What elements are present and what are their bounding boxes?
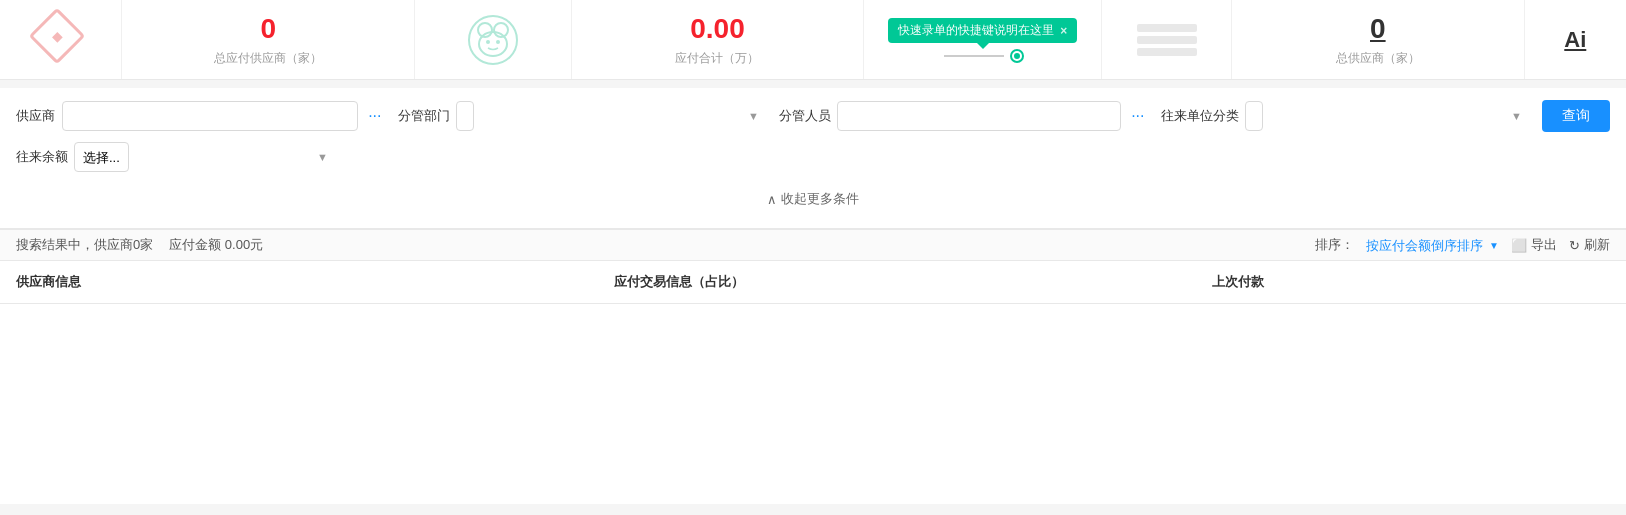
stat-gray-block: [1102, 0, 1232, 79]
dept-label: 分管部门: [398, 107, 450, 125]
col-header-supplier: 供应商信息: [16, 273, 614, 291]
unit-filter: 往来单位分类 ▼: [1161, 101, 1531, 131]
collapse-chevron-icon: ∧: [767, 192, 777, 207]
dept-arrow-icon: ▼: [748, 110, 759, 122]
sort-select[interactable]: 按应付会额倒序排序: [1366, 238, 1499, 253]
unit-select-wrapper: ▼: [1245, 101, 1531, 131]
sort-label: 排序：: [1315, 236, 1354, 254]
ai-label: Ai: [1564, 27, 1586, 53]
result-amount: 应付金额 0.00元: [169, 236, 263, 254]
suppliers-count: 0: [260, 12, 276, 46]
dept-select[interactable]: [456, 101, 474, 131]
tooltip-text: 快速录单的快捷键说明在这里: [898, 22, 1054, 39]
supplier-dots-btn[interactable]: ···: [364, 107, 385, 125]
table-body: [0, 304, 1626, 504]
filter-row-1: 供应商 ··· 分管部门 ▼ 分管人员 ··· 往来单位分类: [16, 100, 1610, 132]
dept-filter: 分管部门 ▼: [398, 101, 768, 131]
filter-area: 供应商 ··· 分管部门 ▼ 分管人员 ··· 往来单位分类: [0, 88, 1626, 229]
result-supplier-count: 搜索结果中，供应商0家: [16, 236, 153, 254]
result-stats: 搜索结果中，供应商0家 应付金额 0.00元: [16, 236, 263, 254]
person-label: 分管人员: [779, 107, 831, 125]
export-icon: ⬜: [1511, 238, 1527, 253]
result-actions: 排序： 按应付会额倒序排序 ▼ ⬜ 导出 ↻ 刷新: [1315, 236, 1610, 254]
bear-icon-block: [415, 0, 572, 79]
svg-point-4: [486, 40, 490, 44]
unit-arrow-icon: ▼: [1511, 110, 1522, 122]
stat-total-suppliers: 0 总供应商（家）: [1232, 0, 1525, 79]
balance-select-wrapper: 选择... ▼: [74, 142, 336, 172]
person-input[interactable]: [837, 101, 1121, 131]
filter-row-2: 往来余额 选择... ▼: [16, 142, 336, 172]
diamond-icon: [37, 16, 85, 64]
sort-select-wrapper: 按应付会额倒序排序 ▼: [1366, 238, 1499, 253]
balance-select[interactable]: 选择...: [74, 142, 129, 172]
shortcut-tooltip: 快速录单的快捷键说明在这里 ×: [888, 18, 1077, 43]
balance-label: 往来余额: [16, 148, 68, 166]
result-bar: 搜索结果中，供应商0家 应付金额 0.00元 排序： 按应付会额倒序排序 ▼ ⬜…: [0, 229, 1626, 261]
refresh-button[interactable]: ↻ 刷新: [1569, 236, 1610, 254]
collapse-label: 收起更多条件: [781, 190, 859, 208]
supplier-filter: 供应商 ···: [16, 101, 386, 131]
unit-select[interactable]: [1245, 101, 1263, 131]
supplier-input[interactable]: [62, 101, 358, 131]
svg-point-3: [479, 32, 507, 56]
total-suppliers-label: 总供应商（家）: [1336, 50, 1420, 67]
collapse-row: ∧ 收起更多条件: [16, 182, 1610, 220]
payable-total: 0.00: [690, 12, 745, 46]
export-button[interactable]: ⬜ 导出: [1511, 236, 1557, 254]
tooltip-area: 快速录单的快捷键说明在这里 ×: [864, 0, 1102, 79]
query-button[interactable]: 查询: [1542, 100, 1610, 132]
svg-point-5: [496, 40, 500, 44]
stat-payable-total: 0.00 应付合计（万）: [572, 0, 865, 79]
person-dots-btn[interactable]: ···: [1127, 107, 1148, 125]
dept-select-wrapper: ▼: [456, 101, 768, 131]
total-suppliers-count: 0: [1370, 12, 1386, 46]
unit-label: 往来单位分类: [1161, 107, 1239, 125]
collapse-btn[interactable]: ∧ 收起更多条件: [755, 186, 871, 212]
diamond-icon-block: [0, 0, 122, 79]
stats-bar: 0 总应付供应商（家） 0.00 应付合计（万） 快速录单的快捷键说明在这里: [0, 0, 1626, 80]
stat-total-payable-suppliers: 0 总应付供应商（家）: [122, 0, 415, 79]
tooltip-close-btn[interactable]: ×: [1060, 24, 1067, 38]
refresh-label: 刷新: [1584, 236, 1610, 254]
payable-label: 应付合计（万）: [675, 50, 759, 67]
refresh-icon: ↻: [1569, 238, 1580, 253]
export-label: 导出: [1531, 236, 1557, 254]
suppliers-label: 总应付供应商（家）: [214, 50, 322, 67]
balance-filter: 往来余额 选择... ▼: [16, 142, 336, 172]
balance-arrow-icon: ▼: [317, 151, 328, 163]
table-header: 供应商信息 应付交易信息（占比） 上次付款: [0, 261, 1626, 304]
col-header-last-payment: 上次付款: [1212, 273, 1611, 291]
bear-icon: [467, 14, 519, 66]
ai-block: Ai: [1525, 0, 1626, 79]
col-header-transaction: 应付交易信息（占比）: [614, 273, 1212, 291]
supplier-label: 供应商: [16, 107, 56, 125]
person-filter: 分管人员 ···: [779, 101, 1149, 131]
